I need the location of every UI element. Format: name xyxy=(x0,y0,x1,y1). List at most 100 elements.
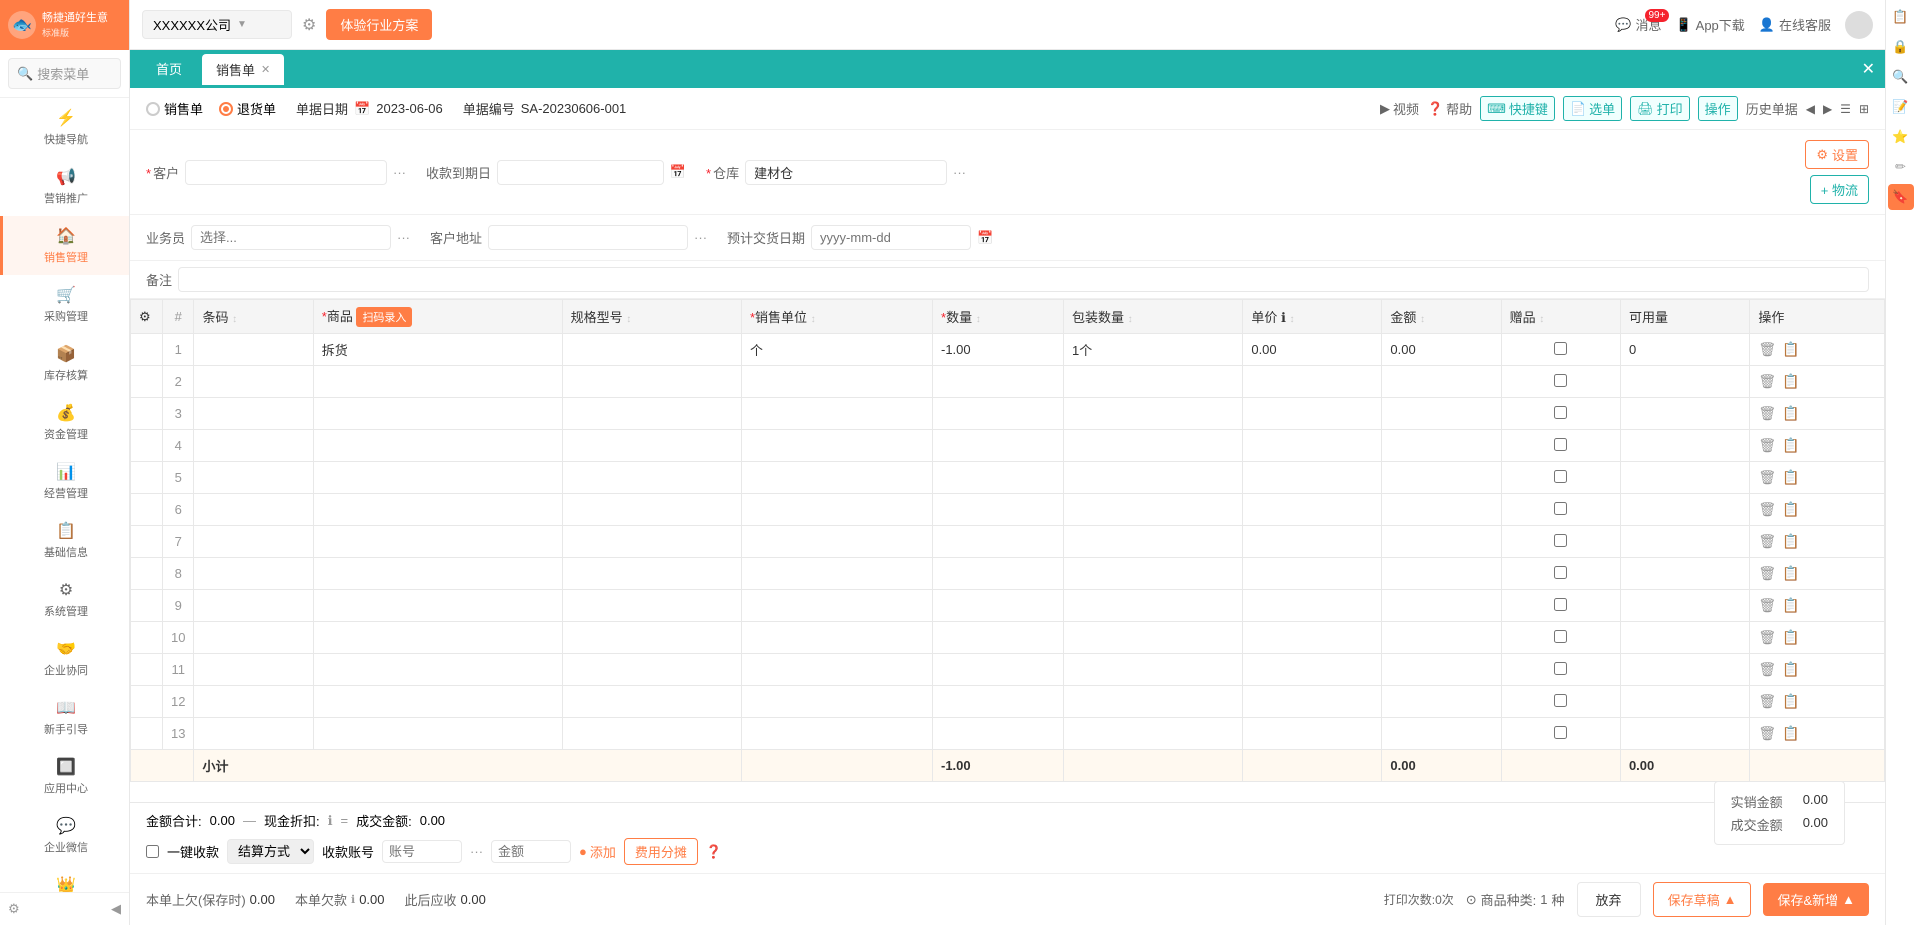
row-copy-icon-10[interactable]: 📋 xyxy=(1782,629,1799,646)
tab-close-icon[interactable]: ✕ xyxy=(261,63,270,76)
row-amount-3[interactable] xyxy=(1382,398,1501,430)
row-spec-5[interactable] xyxy=(562,462,741,494)
tab-sales-order[interactable]: 销售单 ✕ xyxy=(202,54,284,85)
row-gift-8[interactable] xyxy=(1501,558,1620,590)
sidebar-item-guide[interactable]: 📖 新手引导 xyxy=(0,688,129,747)
row-copy-icon-6[interactable]: 📋 xyxy=(1782,501,1799,518)
customer-input[interactable] xyxy=(185,160,387,185)
row-delete-icon-8[interactable]: 🗑 xyxy=(1758,565,1776,582)
row-amount-7[interactable] xyxy=(1382,526,1501,558)
radio-return-order[interactable]: 退货单 xyxy=(219,99,276,118)
row-spec-10[interactable] xyxy=(562,622,741,654)
row-delete-icon-9[interactable]: 🗑 xyxy=(1758,597,1776,614)
row-unit-3[interactable] xyxy=(741,398,932,430)
rs-icon-3[interactable]: 📝 xyxy=(1888,94,1914,120)
row-price-1[interactable]: 0.00 xyxy=(1243,334,1382,366)
row-gift-2[interactable] xyxy=(1501,366,1620,398)
row-gift-9[interactable] xyxy=(1501,590,1620,622)
row-product-10[interactable] xyxy=(313,622,562,654)
gift-checkbox-1[interactable] xyxy=(1554,342,1567,355)
row-qty-11[interactable] xyxy=(933,654,1064,686)
sidebar-item-marketing[interactable]: 📢 营销推广 xyxy=(0,157,129,216)
row-gift-7[interactable] xyxy=(1501,526,1620,558)
nav-prev-icon[interactable]: ◀ xyxy=(1806,102,1815,116)
gift-checkbox-12[interactable] xyxy=(1554,694,1567,707)
row-qty-4[interactable] xyxy=(933,430,1064,462)
row-barcode-8[interactable] xyxy=(194,558,313,590)
abandon-button[interactable]: 放弃 xyxy=(1577,882,1641,917)
row-pkg-6[interactable] xyxy=(1063,494,1242,526)
company-selector[interactable]: XXXXXX公司 ▼ xyxy=(142,10,292,39)
row-delete-icon-12[interactable]: 🗑 xyxy=(1758,693,1776,710)
row-barcode-6[interactable] xyxy=(194,494,313,526)
row-barcode-2[interactable] xyxy=(194,366,313,398)
row-price-10[interactable] xyxy=(1243,622,1382,654)
salesperson-input[interactable] xyxy=(191,225,391,250)
row-product-8[interactable] xyxy=(313,558,562,590)
calc-method-select[interactable]: 结算方式 xyxy=(227,839,314,864)
row-unit-11[interactable] xyxy=(741,654,932,686)
row-amount-4[interactable] xyxy=(1382,430,1501,462)
rs-icon-1[interactable]: 🔒 xyxy=(1888,34,1914,60)
app-download-btn[interactable]: 📱 App下载 xyxy=(1675,15,1744,34)
row-price-9[interactable] xyxy=(1243,590,1382,622)
sidebar-collapse-icon[interactable]: ◀ xyxy=(111,901,121,917)
addr-more-icon[interactable]: ··· xyxy=(694,230,707,245)
row-pkg-5[interactable] xyxy=(1063,462,1242,494)
row-delete-icon-3[interactable]: 🗑 xyxy=(1758,405,1776,422)
rs-icon-2[interactable]: 🔍 xyxy=(1888,64,1914,90)
expected-calendar-icon[interactable]: 📅 xyxy=(977,230,993,246)
row-delete-icon-7[interactable]: 🗑 xyxy=(1758,533,1776,550)
row-gift-3[interactable] xyxy=(1501,398,1620,430)
row-delete-icon-1[interactable]: 🗑 xyxy=(1758,341,1776,358)
row-delete-icon-5[interactable]: 🗑 xyxy=(1758,469,1776,486)
row-qty-5[interactable] xyxy=(933,462,1064,494)
row-amount-2[interactable] xyxy=(1382,366,1501,398)
row-copy-icon-1[interactable]: 📋 xyxy=(1782,341,1799,358)
row-price-2[interactable] xyxy=(1243,366,1382,398)
rs-icon-6[interactable]: 🔖 xyxy=(1888,184,1914,210)
row-unit-13[interactable] xyxy=(741,718,932,750)
row-product-1[interactable]: 拆货 xyxy=(313,334,562,366)
row-copy-icon-5[interactable]: 📋 xyxy=(1782,469,1799,486)
row-barcode-3[interactable] xyxy=(194,398,313,430)
save-new-button[interactable]: 保存&新增 ▲ xyxy=(1763,883,1869,916)
row-pkg-12[interactable] xyxy=(1063,686,1242,718)
row-pkg-8[interactable] xyxy=(1063,558,1242,590)
row-unit-12[interactable] xyxy=(741,686,932,718)
row-pkg-2[interactable] xyxy=(1063,366,1242,398)
row-gift-5[interactable] xyxy=(1501,462,1620,494)
sidebar-item-basic[interactable]: 📋 基础信息 xyxy=(0,511,129,570)
row-pkg-9[interactable] xyxy=(1063,590,1242,622)
row-product-3[interactable] xyxy=(313,398,562,430)
sidebar-settings-icon[interactable]: ⚙ xyxy=(8,901,20,917)
warehouse-more-icon[interactable]: ··· xyxy=(953,165,966,180)
row-amount-9[interactable] xyxy=(1382,590,1501,622)
row-delete-icon-6[interactable]: 🗑 xyxy=(1758,501,1776,518)
amount-input[interactable] xyxy=(491,840,571,863)
row-copy-icon-4[interactable]: 📋 xyxy=(1782,437,1799,454)
row-pkg-7[interactable] xyxy=(1063,526,1242,558)
gift-checkbox-10[interactable] xyxy=(1554,630,1567,643)
row-price-13[interactable] xyxy=(1243,718,1382,750)
sidebar-item-purchase[interactable]: 🛒 采购管理 xyxy=(0,275,129,334)
gift-checkbox-6[interactable] xyxy=(1554,502,1567,515)
radio-sales-order[interactable]: 销售单 xyxy=(146,99,203,118)
row-product-7[interactable] xyxy=(313,526,562,558)
row-unit-6[interactable] xyxy=(741,494,932,526)
sidebar-item-quick-nav[interactable]: ⚡ 快捷导航 xyxy=(0,98,129,157)
col-settings-header[interactable]: ⚙ xyxy=(131,300,163,334)
row-price-7[interactable] xyxy=(1243,526,1382,558)
due-date-calendar-icon[interactable]: 📅 xyxy=(670,164,686,180)
row-copy-icon-9[interactable]: 📋 xyxy=(1782,597,1799,614)
row-qty-10[interactable] xyxy=(933,622,1064,654)
row-delete-icon-10[interactable]: 🗑 xyxy=(1758,629,1776,646)
help-link[interactable]: ❓ 帮助 xyxy=(1427,99,1472,118)
add-button[interactable]: ● 添加 xyxy=(579,842,616,861)
customer-addr-input[interactable] xyxy=(488,225,688,250)
gift-checkbox-4[interactable] xyxy=(1554,438,1567,451)
row-amount-1[interactable]: 0.00 xyxy=(1382,334,1501,366)
scan-btn[interactable]: 扫码录入 xyxy=(356,307,412,327)
row-qty-2[interactable] xyxy=(933,366,1064,398)
row-price-8[interactable] xyxy=(1243,558,1382,590)
